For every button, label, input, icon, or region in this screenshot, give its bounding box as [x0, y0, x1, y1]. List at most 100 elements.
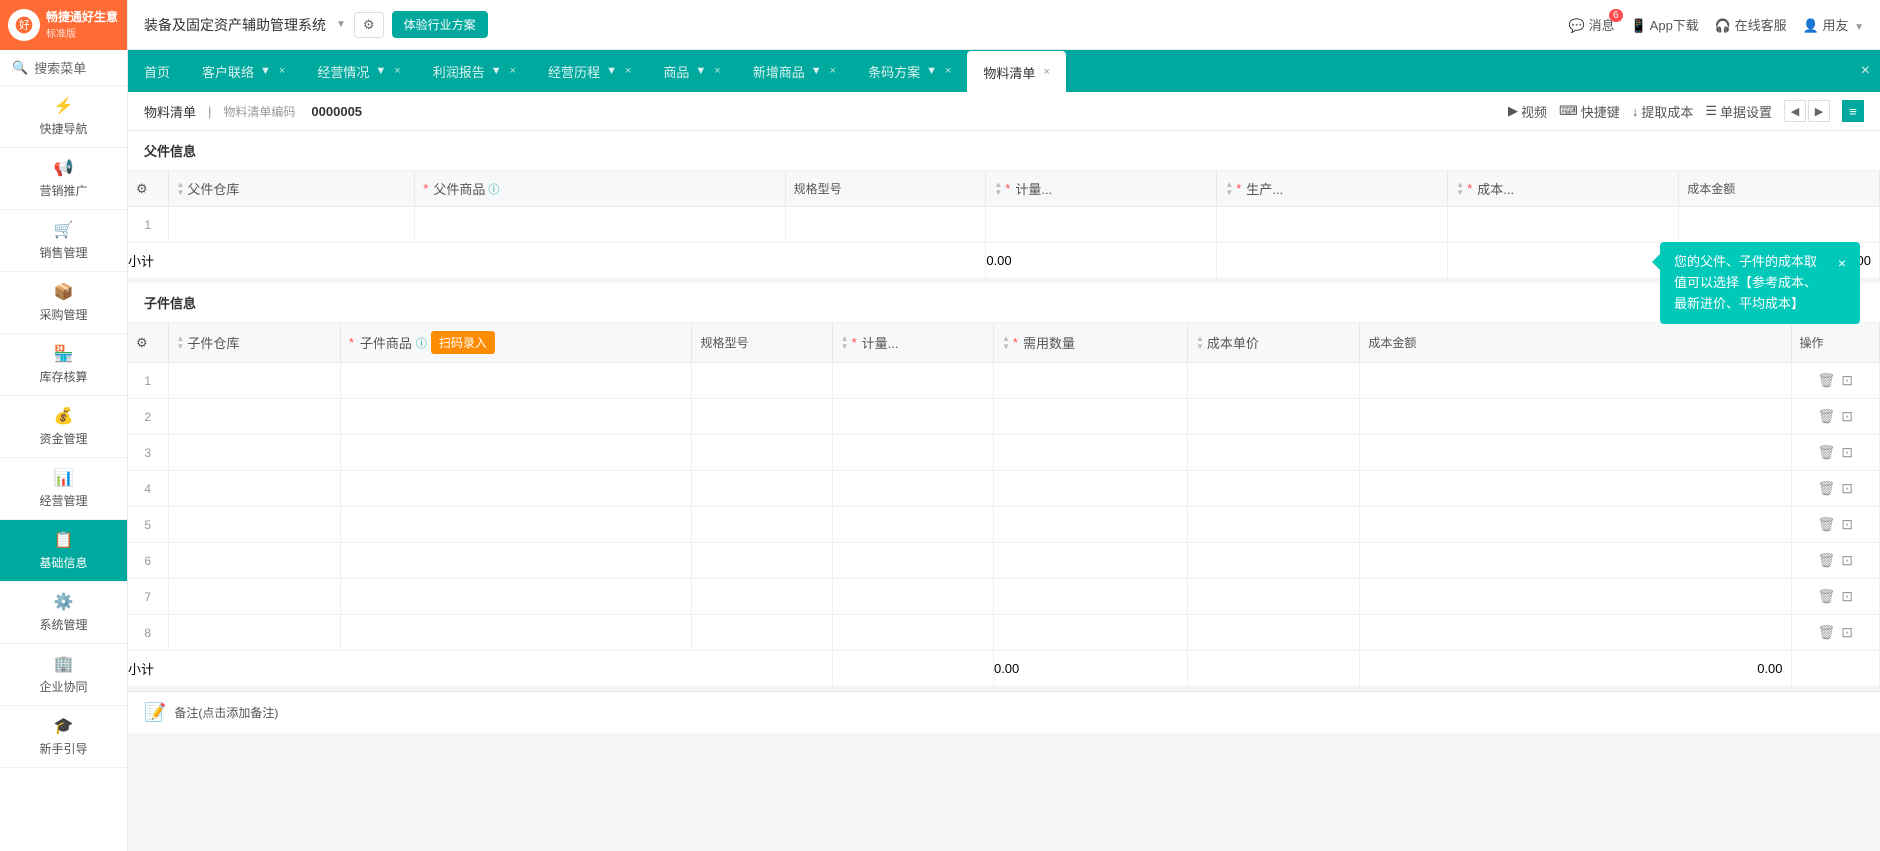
- child-cell-spec[interactable]: [692, 579, 832, 615]
- view-video-button[interactable]: ▶ 视频: [1508, 102, 1547, 121]
- child-cell-goods[interactable]: [340, 399, 692, 435]
- child-cell-goods[interactable]: [340, 507, 692, 543]
- delete-icon[interactable]: 🗑: [1818, 444, 1836, 461]
- child-cell-spec[interactable]: [692, 399, 832, 435]
- child-cell-cost-amount[interactable]: [1360, 363, 1791, 399]
- sidebar-item-operations[interactable]: 📊 经营管理: [0, 458, 127, 520]
- tab-operation[interactable]: 经营情况 ▼ ×: [301, 50, 416, 92]
- child-cell-unit-cost[interactable]: [1188, 435, 1360, 471]
- child-cell-qty[interactable]: [993, 399, 1187, 435]
- user-menu[interactable]: 👤 用友 ▼: [1803, 15, 1864, 34]
- delete-icon[interactable]: 🗑: [1818, 588, 1836, 605]
- child-cell-unit[interactable]: [832, 579, 993, 615]
- settings-button[interactable]: ⚙: [354, 12, 384, 38]
- child-cell-unit[interactable]: [832, 615, 993, 651]
- child-cell-spec[interactable]: [692, 435, 832, 471]
- grid-view-button[interactable]: ≡: [1842, 100, 1864, 122]
- tab-goods[interactable]: 商品 ▼ ×: [647, 50, 736, 92]
- child-cell-goods[interactable]: [340, 435, 692, 471]
- child-cell-qty[interactable]: [993, 579, 1187, 615]
- child-cell-unit-cost[interactable]: [1188, 471, 1360, 507]
- child-cell-spec[interactable]: [692, 363, 832, 399]
- sidebar-item-enterprise[interactable]: 🏢 企业协同: [0, 644, 127, 706]
- copy-icon[interactable]: ⊡: [1841, 588, 1853, 605]
- child-cell-goods[interactable]: [340, 363, 692, 399]
- copy-icon[interactable]: ⊡: [1841, 516, 1853, 533]
- child-goods-info-icon[interactable]: ⓘ: [416, 335, 427, 351]
- child-cell-unit[interactable]: [832, 471, 993, 507]
- child-cell-warehouse[interactable]: [168, 399, 340, 435]
- child-cell-spec[interactable]: [692, 507, 832, 543]
- copy-icon[interactable]: ⊡: [1841, 372, 1853, 389]
- child-cell-unit[interactable]: [832, 399, 993, 435]
- tab-history[interactable]: 经营历程 ▼ ×: [532, 50, 647, 92]
- child-gear-icon[interactable]: ⚙: [136, 335, 148, 350]
- child-cell-cost-amount[interactable]: [1360, 543, 1791, 579]
- experience-button[interactable]: 体验行业方案: [392, 11, 488, 38]
- sidebar-item-finance[interactable]: 💰 资金管理: [0, 396, 127, 458]
- child-cell-cost-amount[interactable]: [1360, 471, 1791, 507]
- parent-cell-unit[interactable]: [986, 207, 1217, 243]
- child-cell-warehouse[interactable]: [168, 507, 340, 543]
- scan-input-button[interactable]: 扫码录入: [431, 331, 495, 354]
- child-cell-unit[interactable]: [832, 435, 993, 471]
- tab-operation-close[interactable]: ×: [394, 65, 400, 77]
- tab-barcode-close[interactable]: ×: [945, 65, 951, 77]
- tab-new-goods-close[interactable]: ×: [830, 65, 836, 77]
- tab-history-close[interactable]: ×: [625, 65, 631, 77]
- child-cell-cost-amount[interactable]: [1360, 507, 1791, 543]
- child-cell-warehouse[interactable]: [168, 543, 340, 579]
- next-page-button[interactable]: ▶: [1808, 100, 1830, 122]
- delete-icon[interactable]: 🗑: [1818, 480, 1836, 497]
- child-cell-warehouse[interactable]: [168, 579, 340, 615]
- tab-profit[interactable]: 利润报告 ▼ ×: [417, 50, 532, 92]
- system-dropdown-arrow[interactable]: ▼: [336, 19, 346, 30]
- child-cell-unit-cost[interactable]: [1188, 615, 1360, 651]
- tab-new-goods[interactable]: 新增商品 ▼ ×: [737, 50, 852, 92]
- child-cell-unit[interactable]: [832, 363, 993, 399]
- child-cell-warehouse[interactable]: [168, 615, 340, 651]
- parent-cell-production[interactable]: [1217, 207, 1448, 243]
- sidebar-item-purchase[interactable]: 📦 采购管理: [0, 272, 127, 334]
- child-cell-qty[interactable]: [993, 507, 1187, 543]
- tab-bom[interactable]: 物料清单 ×: [967, 51, 1065, 92]
- single-settings-button[interactable]: ☰ 单据设置: [1705, 102, 1772, 121]
- child-cell-warehouse[interactable]: [168, 363, 340, 399]
- child-cell-qty[interactable]: [993, 435, 1187, 471]
- copy-icon[interactable]: ⊡: [1841, 408, 1853, 425]
- child-cell-warehouse[interactable]: [168, 435, 340, 471]
- tab-customer-close[interactable]: ×: [279, 65, 285, 77]
- tab-customer[interactable]: 客户联络 ▼ ×: [186, 50, 301, 92]
- child-cell-goods[interactable]: [340, 579, 692, 615]
- parent-cell-spec[interactable]: [785, 207, 986, 243]
- sidebar-item-quick-nav[interactable]: ⚡ 快捷导航: [0, 86, 127, 148]
- child-cell-spec[interactable]: [692, 543, 832, 579]
- parent-cell-cost-amount[interactable]: [1679, 207, 1880, 243]
- delete-icon[interactable]: 🗑: [1818, 372, 1836, 389]
- child-cell-goods[interactable]: [340, 471, 692, 507]
- child-cell-qty[interactable]: [993, 363, 1187, 399]
- tooltip-close-button[interactable]: ×: [1838, 252, 1846, 274]
- delete-icon[interactable]: 🗑: [1818, 516, 1836, 533]
- child-cell-qty[interactable]: [993, 615, 1187, 651]
- child-cell-cost-amount[interactable]: [1360, 615, 1791, 651]
- tab-goods-close[interactable]: ×: [714, 65, 720, 77]
- child-cell-cost-amount[interactable]: [1360, 435, 1791, 471]
- copy-icon[interactable]: ⊡: [1841, 624, 1853, 641]
- child-cell-goods[interactable]: [340, 543, 692, 579]
- child-cell-unit[interactable]: [832, 507, 993, 543]
- close-all-tabs-button[interactable]: ×: [1851, 62, 1880, 80]
- delete-icon[interactable]: 🗑: [1818, 624, 1836, 641]
- parent-goods-info-icon[interactable]: ⓘ: [488, 181, 499, 197]
- parent-cell-cost[interactable]: [1448, 207, 1679, 243]
- sidebar-item-basic[interactable]: 📋 基础信息: [0, 520, 127, 582]
- breadcrumb-bom[interactable]: 物料清单: [144, 102, 196, 121]
- copy-icon[interactable]: ⊡: [1841, 552, 1853, 569]
- extract-cost-button[interactable]: ↓ 提取成本: [1632, 102, 1694, 121]
- child-cell-qty[interactable]: [993, 471, 1187, 507]
- sidebar-search[interactable]: 🔍 搜索菜单: [0, 50, 127, 86]
- sidebar-item-sales[interactable]: 🛒 销售管理: [0, 210, 127, 272]
- child-cell-unit-cost[interactable]: [1188, 543, 1360, 579]
- sidebar-item-system[interactable]: ⚙️ 系统管理: [0, 582, 127, 644]
- tab-barcode[interactable]: 条码方案 ▼ ×: [852, 50, 967, 92]
